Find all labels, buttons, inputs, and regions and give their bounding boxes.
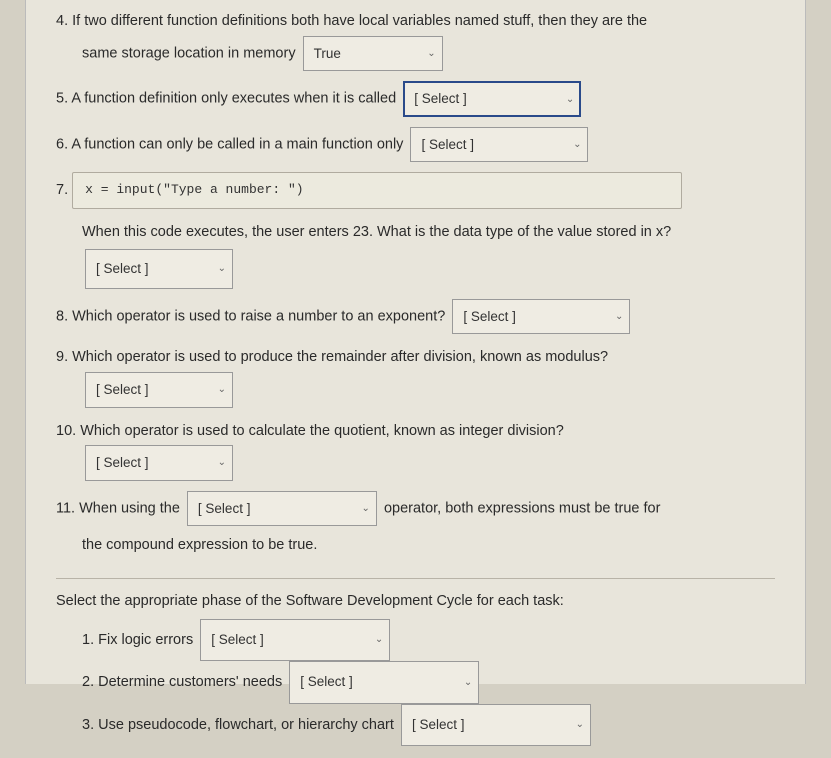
chevron-down-icon: ⌄ [362, 499, 370, 518]
q8-select[interactable]: [ Select ] ⌄ [452, 299, 630, 335]
t3-text: Use pseudocode, flowchart, or hierarchy … [98, 717, 394, 733]
chevron-down-icon: ⌄ [218, 380, 226, 399]
t3-number: 3. [82, 717, 94, 733]
q4-text-b: same storage location in memory [82, 45, 296, 61]
t1-number: 1. [82, 632, 94, 648]
q7-text-a: When this code executes, the user enters… [82, 224, 671, 240]
t1-select-value: [ Select ] [211, 624, 264, 656]
q6-select[interactable]: [ Select ] ⌄ [410, 127, 588, 163]
t1-select[interactable]: [ Select ] ⌄ [200, 619, 390, 661]
t2-select[interactable]: [ Select ] ⌄ [289, 661, 479, 703]
chevron-down-icon: ⌄ [218, 258, 226, 280]
q8-text: Which operator is used to raise a number… [72, 308, 445, 324]
q9-select-value: [ Select ] [96, 377, 149, 403]
q10-number: 10. [56, 423, 76, 439]
q7-code-box: x = input("Type a number: ") [72, 172, 682, 209]
chevron-down-icon: ⌄ [427, 44, 435, 63]
q10-select-value: [ Select ] [96, 450, 149, 476]
q6-select-value: [ Select ] [421, 132, 474, 158]
question-5: 5. A function definition only executes w… [56, 81, 775, 117]
q11-select[interactable]: [ Select ] ⌄ [187, 491, 377, 527]
task-3: 3. Use pseudocode, flowchart, or hierarc… [56, 704, 775, 746]
t2-text: Determine customers' needs [98, 674, 282, 690]
q5-select[interactable]: [ Select ] ⌄ [403, 81, 581, 117]
q11-text-c: the compound expression to be true. [82, 537, 317, 553]
question-7: 7. x = input("Type a number: ") When thi… [56, 172, 775, 288]
q7-select[interactable]: [ Select ] ⌄ [85, 249, 233, 289]
q9-select[interactable]: [ Select ] ⌄ [85, 372, 233, 408]
task-2: 2. Determine customers' needs [ Select ]… [56, 661, 775, 703]
chevron-down-icon: ⌄ [566, 90, 574, 109]
q10-text: Which operator is used to calculate the … [80, 423, 564, 439]
chevron-down-icon: ⌄ [218, 453, 226, 472]
quiz-page: 4. If two different function definitions… [25, 0, 806, 684]
q6-text: A function can only be called in a main … [71, 136, 403, 152]
question-6: 6. A function can only be called in a ma… [56, 127, 775, 163]
t2-select-value: [ Select ] [300, 666, 353, 698]
q5-text: A function definition only executes when… [71, 91, 396, 107]
q4-text-a: If two different function definitions bo… [72, 13, 647, 29]
q4-select[interactable]: True ⌄ [303, 36, 443, 72]
section-divider [56, 578, 775, 579]
t3-select[interactable]: [ Select ] ⌄ [401, 704, 591, 746]
task-1: 1. Fix logic errors [ Select ] ⌄ [56, 619, 775, 661]
q8-select-value: [ Select ] [463, 304, 516, 330]
q9-number: 9. [56, 349, 68, 365]
q11-text-a: When using the [79, 500, 180, 516]
chevron-down-icon: ⌄ [576, 713, 584, 737]
q5-select-value: [ Select ] [414, 86, 467, 112]
question-4: 4. If two different function definitions… [56, 8, 775, 71]
q4-number: 4. [56, 13, 68, 29]
chevron-down-icon: ⌄ [375, 628, 383, 652]
q4-select-value: True [314, 41, 341, 67]
q5-number: 5. [56, 91, 68, 107]
q7-select-value: [ Select ] [96, 254, 149, 284]
q9-text: Which operator is used to produce the re… [72, 349, 608, 365]
t3-select-value: [ Select ] [412, 709, 465, 741]
content-area: 4. If two different function definitions… [26, 0, 805, 758]
t2-number: 2. [82, 674, 94, 690]
q7-number: 7. [56, 183, 68, 199]
question-9: 9. Which operator is used to produce the… [56, 344, 775, 407]
chevron-down-icon: ⌄ [573, 135, 581, 154]
t1-text: Fix logic errors [98, 632, 193, 648]
question-8: 8. Which operator is used to raise a num… [56, 299, 775, 335]
q8-number: 8. [56, 308, 68, 324]
chevron-down-icon: ⌄ [464, 671, 472, 695]
question-11: 11. When using the [ Select ] ⌄ operator… [56, 491, 775, 560]
q11-select-value: [ Select ] [198, 496, 251, 522]
question-10: 10. Which operator is used to calculate … [56, 418, 775, 481]
section2-intro: Select the appropriate phase of the Soft… [56, 593, 775, 609]
q10-select[interactable]: [ Select ] ⌄ [85, 445, 233, 481]
q11-text-b: operator, both expressions must be true … [384, 500, 660, 516]
chevron-down-icon: ⌄ [615, 307, 623, 326]
q6-number: 6. [56, 136, 68, 152]
q11-number: 11. [56, 500, 75, 516]
